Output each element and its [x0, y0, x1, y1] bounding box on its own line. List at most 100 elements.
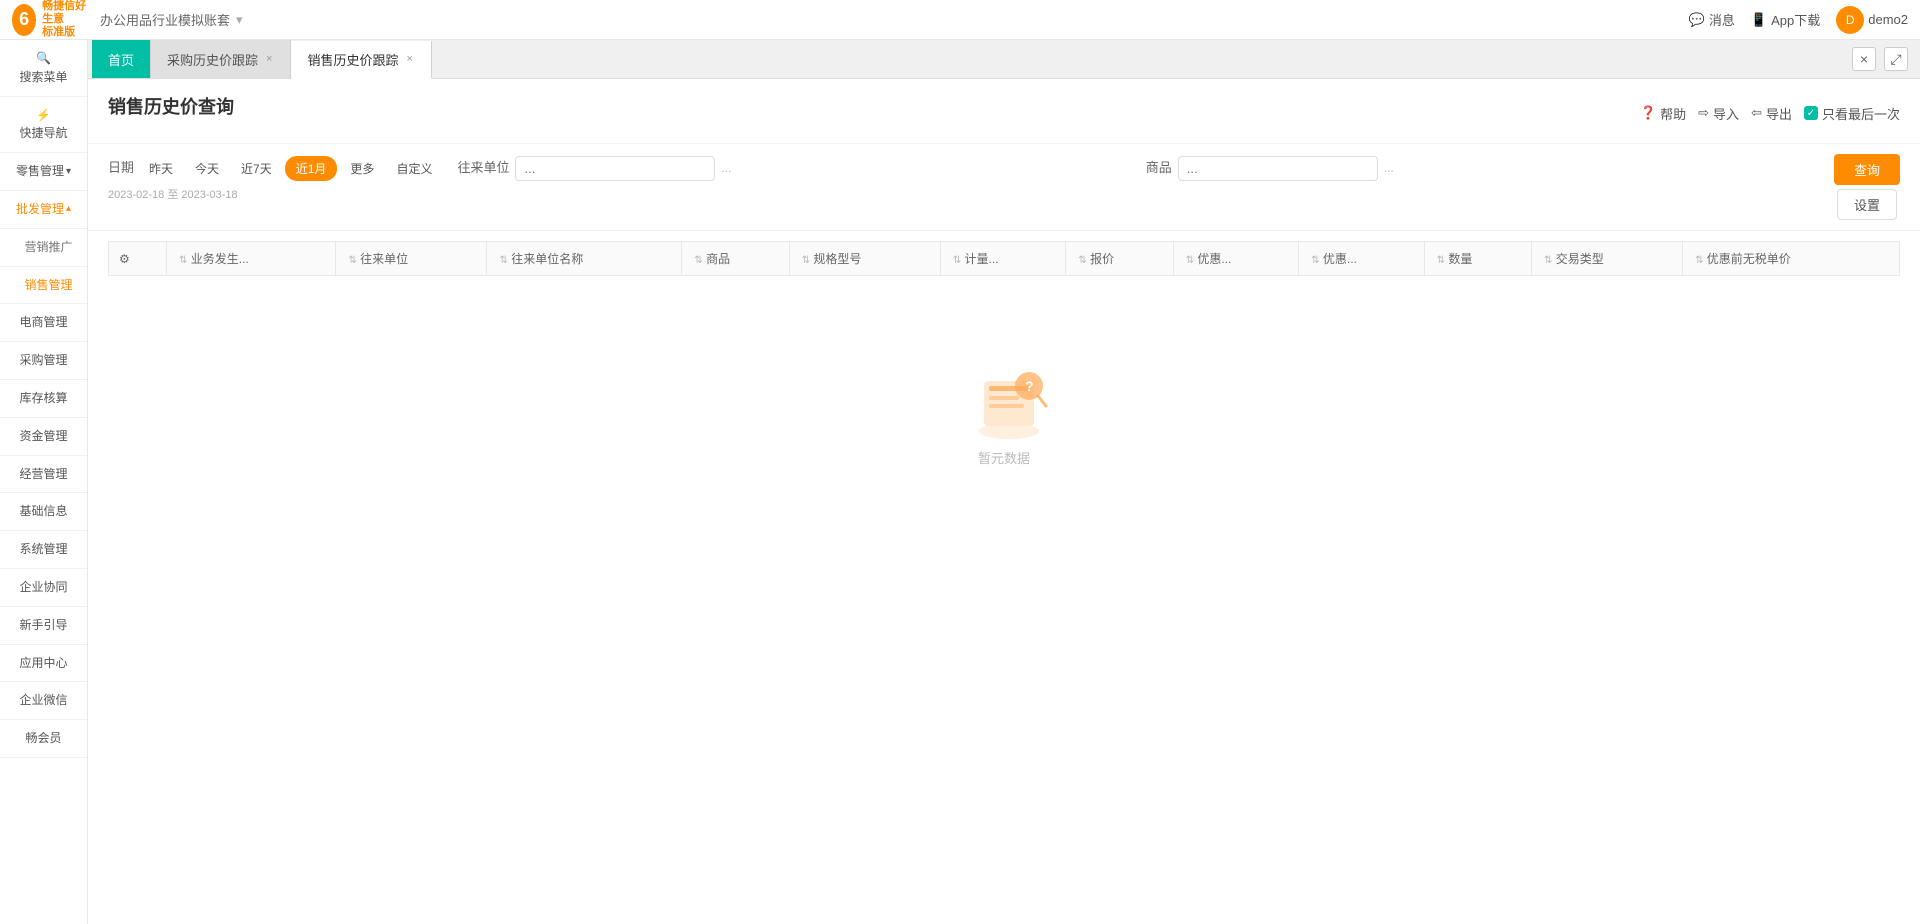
sidebar-item-search-menu[interactable]: 🔍 搜索菜单	[0, 40, 87, 97]
sidebar-item-enterprise-wechat[interactable]: 企业微信	[0, 682, 87, 720]
sidebar-item-marketing[interactable]: 营销推广	[0, 229, 87, 267]
th-trade-type[interactable]: ⇅ 交易类型	[1531, 242, 1682, 276]
th-spec-sort-icon: ⇅	[802, 255, 810, 266]
user-menu[interactable]: D demo2	[1836, 6, 1908, 34]
topbar: 6 畅捷信好生意 标准版 办公用品行业模拟账套 ▾ 💬 消息 📱 App下载 D…	[0, 0, 1920, 40]
tab-sales-history[interactable]: 销售历史价跟踪 ×	[291, 41, 431, 79]
export-button[interactable]: ⇦ 导出	[1751, 104, 1792, 123]
unit-input[interactable]	[515, 156, 715, 181]
tabs-actions: × ⤢	[1852, 47, 1916, 71]
breadcrumb-text: 办公用品行业模拟账套	[100, 10, 230, 29]
query-button[interactable]: 查询	[1834, 154, 1900, 185]
th-price-notax[interactable]: ⇅ 优惠前无税单价	[1683, 242, 1900, 276]
date-label: 日期	[108, 154, 134, 182]
page-title: 销售历史价查询	[108, 93, 234, 119]
sidebar-item-enterprise-collab[interactable]: 企业协同	[0, 569, 87, 607]
sidebar-item-retail-mgmt[interactable]: 零售管理 ▾	[0, 153, 87, 191]
sidebar-item-wholesale-mgmt[interactable]: 批发管理 ▴	[0, 191, 87, 229]
chevron-up-icon: ▴	[66, 202, 71, 216]
tab-purchase-history[interactable]: 采购历史价跟踪 ×	[151, 40, 291, 78]
th-unit-name[interactable]: ⇅ 往来单位名称	[487, 242, 682, 276]
th-quote[interactable]: ⇅ 报价	[1066, 242, 1173, 276]
goods-input[interactable]	[1178, 156, 1378, 181]
date-btn-last7days[interactable]: 近7天	[232, 156, 281, 181]
page-header-row: 销售历史价查询 ❓ 帮助 ⇨ 导入 ⇦ 导出 ✓	[88, 79, 1920, 144]
unit-dots: ...	[721, 161, 731, 175]
th-unit-code[interactable]: ⇅ 往来单位	[336, 242, 487, 276]
th-discount2[interactable]: ⇅ 优惠...	[1299, 242, 1425, 276]
th-goods[interactable]: ⇅ 商品	[682, 242, 789, 276]
message-icon: 💬	[1689, 12, 1705, 28]
unit-filter-group: 往来单位 ...	[457, 154, 1129, 182]
date-btn-today[interactable]: 今天	[186, 156, 228, 181]
app-download-button[interactable]: 📱 App下载	[1751, 10, 1820, 29]
help-icon: ❓	[1640, 105, 1656, 121]
sidebar-item-system[interactable]: 系统管理	[0, 531, 87, 569]
date-btn-1month[interactable]: 近1月	[285, 156, 338, 181]
th-unit-measure[interactable]: ⇅ 计量...	[940, 242, 1066, 276]
tab-home[interactable]: 首页	[92, 40, 151, 78]
date-btn-custom[interactable]: 自定义	[387, 156, 441, 181]
sidebar-item-sales-mgmt[interactable]: 销售管理	[0, 267, 87, 305]
import-button[interactable]: ⇨ 导入	[1698, 104, 1739, 123]
message-button[interactable]: 💬 消息	[1689, 10, 1735, 29]
empty-text: 暂元数据	[978, 448, 1030, 467]
th-price-notax-sort-icon: ⇅	[1695, 255, 1703, 266]
tab-purchase-history-label: 采购历史价跟踪	[167, 50, 258, 69]
sidebar-item-quick-nav[interactable]: ⚡ 快捷导航	[0, 97, 87, 154]
table-section: ⚙ ⇅ 业务发生... ⇅ 往来单位 ⇅	[88, 241, 1920, 567]
topbar-left: 6 畅捷信好生意 标准版 办公用品行业模拟账套 ▾	[12, 0, 243, 39]
empty-icon: ?	[964, 356, 1044, 436]
th-discount1-sort-icon: ⇅	[1186, 255, 1194, 266]
unit-label: 往来单位	[457, 154, 509, 182]
main-layout: 🔍 搜索菜单 ⚡ 快捷导航 零售管理 ▾ 批发管理 ▴ 营销推广 销售管理 电商…	[0, 40, 1920, 924]
breadcrumb-chevron-icon[interactable]: ▾	[236, 12, 243, 28]
only-last-checkbox[interactable]: ✓ 只看最后一次	[1804, 104, 1900, 123]
sidebar-item-finance[interactable]: 资金管理	[0, 418, 87, 456]
th-biz-date[interactable]: ⇅ 业务发生...	[167, 242, 336, 276]
checkbox-icon: ✓	[1804, 106, 1818, 120]
tab-purchase-history-close[interactable]: ×	[264, 51, 274, 67]
sidebar-item-new-guide[interactable]: 新手引导	[0, 607, 87, 645]
logo-area: 6 畅捷信好生意 标准版	[12, 0, 92, 39]
query-btn-area: 查询 设置	[1834, 154, 1900, 220]
empty-state: ? 暂元数据	[108, 276, 1900, 547]
tab-close-all-button[interactable]: ×	[1852, 47, 1876, 71]
search-icon: 🔍	[36, 50, 51, 67]
logo-char: 6	[19, 9, 29, 30]
goods-filter-group: 商品 ...	[1146, 154, 1818, 182]
sidebar-item-ecommerce[interactable]: 电商管理	[0, 304, 87, 342]
maximize-icon: ⤢	[1890, 51, 1901, 68]
content-area: 首页 采购历史价跟踪 × 销售历史价跟踪 × × ⤢	[88, 40, 1920, 924]
sidebar-item-purchase[interactable]: 采购管理	[0, 342, 87, 380]
tab-sales-history-close[interactable]: ×	[404, 51, 414, 67]
logo-text: 畅捷信好生意 标准版	[42, 0, 92, 39]
sidebar-item-member[interactable]: 畅会员	[0, 720, 87, 758]
date-filter-inline: 日期 昨天 今天 近7天 近1月 更多 自定义	[108, 154, 441, 182]
th-unit-code-sort-icon: ⇅	[348, 255, 356, 266]
topbar-right: 💬 消息 📱 App下载 D demo2	[1689, 6, 1908, 34]
filters-row: 日期 昨天 今天 近7天 近1月 更多 自定义 2023-02-18 至 202…	[88, 144, 1920, 231]
gear-icon: ⚙	[119, 252, 130, 266]
date-btn-more[interactable]: 更多	[341, 156, 383, 181]
tab-maximize-button[interactable]: ⤢	[1884, 47, 1908, 71]
sidebar-item-basic-info[interactable]: 基础信息	[0, 493, 87, 531]
svg-text:?: ?	[1025, 378, 1034, 394]
th-goods-sort-icon: ⇅	[694, 255, 702, 266]
help-button[interactable]: ❓ 帮助	[1640, 104, 1686, 123]
th-gear[interactable]: ⚙	[109, 242, 167, 276]
setting-button[interactable]: 设置	[1837, 189, 1897, 220]
th-biz-date-sort-icon: ⇅	[179, 255, 187, 266]
th-spec[interactable]: ⇅ 规格型号	[789, 242, 940, 276]
date-btn-yesterday[interactable]: 昨天	[140, 156, 182, 181]
page-content: 销售历史价查询 ❓ 帮助 ⇨ 导入 ⇦ 导出 ✓	[88, 79, 1920, 924]
sidebar-item-app-center[interactable]: 应用中心	[0, 645, 87, 683]
th-discount1[interactable]: ⇅ 优惠...	[1173, 242, 1299, 276]
avatar: D	[1836, 6, 1864, 34]
sidebar-item-inventory[interactable]: 库存核算	[0, 380, 87, 418]
empty-illustration: ?	[964, 356, 1054, 446]
app-download-icon: 📱	[1751, 12, 1767, 28]
th-qty[interactable]: ⇅ 数量	[1424, 242, 1531, 276]
tabs-bar: 首页 采购历史价跟踪 × 销售历史价跟踪 × × ⤢	[88, 40, 1920, 79]
sidebar-item-operations[interactable]: 经营管理	[0, 456, 87, 494]
